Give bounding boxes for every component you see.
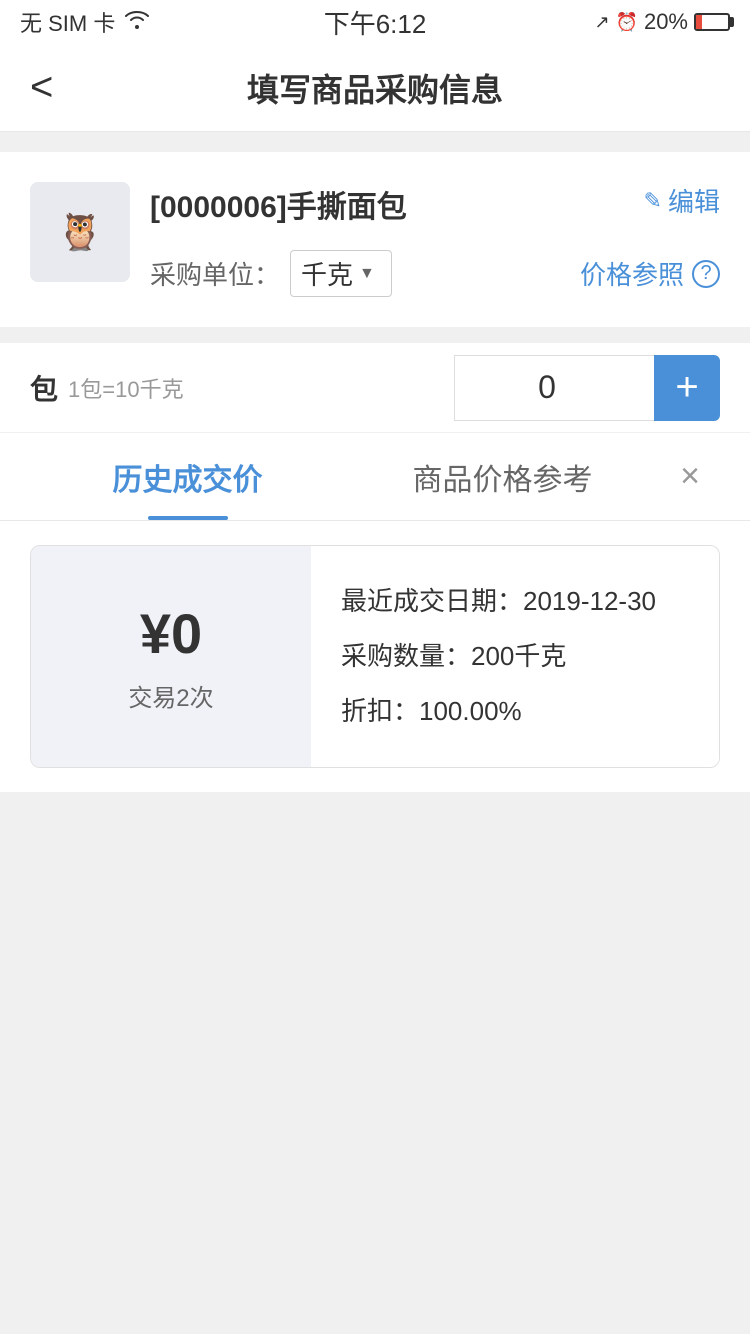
sim-text: 无 SIM 卡 xyxy=(20,6,115,38)
back-button[interactable] xyxy=(30,65,53,110)
tab-price-reference[interactable]: 商品价格参考 xyxy=(345,433,660,520)
product-logo-icon: 🦉 xyxy=(58,211,103,253)
unit-left: 采购单位： 千克 ▼ xyxy=(150,250,392,297)
quantity-plus-button[interactable]: + xyxy=(654,355,720,421)
tab-history-price[interactable]: 历史成交价 xyxy=(30,433,345,520)
bottom-panel: 历史成交价 商品价格参考 × ¥0 交易2次 最近成交日期：2019-12-30… xyxy=(0,433,750,792)
product-header: [0000006]手撕面包 ✎ 编辑 xyxy=(150,182,720,226)
product-card: 🦉 [0000006]手撕面包 ✎ 编辑 采购单位： 千克 ▼ 价格参照 ? xyxy=(0,152,750,327)
trade-count: 交易2次 xyxy=(128,678,213,713)
discount-row: 折扣：100.00% xyxy=(341,692,689,731)
product-details: [0000006]手撕面包 ✎ 编辑 采购单位： 千克 ▼ 价格参照 ? xyxy=(150,182,720,297)
tab-price-ref-label: 商品价格参考 xyxy=(413,455,593,499)
wifi-icon xyxy=(123,9,151,35)
status-right: ↗ ⏰ 20% xyxy=(594,9,730,35)
dropdown-arrow-icon: ▼ xyxy=(359,265,375,283)
tab-close-button[interactable]: × xyxy=(660,447,720,507)
battery-icon xyxy=(694,13,730,31)
quantity-label: 包 1包=10千克 xyxy=(30,368,184,408)
recent-date-row: 最近成交日期：2019-12-30 xyxy=(341,582,689,621)
page-title: 填写商品采购信息 xyxy=(247,65,503,111)
section-divider xyxy=(0,327,750,343)
price-ref-button[interactable]: 价格参照 ? xyxy=(580,255,720,292)
location-icon: ↗ xyxy=(594,12,609,33)
product-name: [0000006]手撕面包 xyxy=(150,182,407,226)
quantity-unit-badge: 包 xyxy=(30,368,58,408)
edit-icon: ✎ xyxy=(644,188,662,214)
discount-value: 100.00% xyxy=(419,696,522,726)
alarm-icon: ⏰ xyxy=(616,12,638,33)
price-value: ¥0 xyxy=(140,601,202,666)
purchase-unit-row: 采购单位： 千克 ▼ 价格参照 ? xyxy=(150,250,720,297)
recent-date-label: 最近成交日期： xyxy=(341,586,523,616)
history-section: ¥0 交易2次 最近成交日期：2019-12-30 采购数量：200千克 折扣：… xyxy=(0,521,750,792)
purchase-qty-value: 200千克 xyxy=(471,641,566,671)
nav-bar: 填写商品采购信息 xyxy=(0,44,750,132)
history-card: ¥0 交易2次 最近成交日期：2019-12-30 采购数量：200千克 折扣：… xyxy=(30,545,720,768)
quantity-input[interactable] xyxy=(454,355,654,421)
card-details: 最近成交日期：2019-12-30 采购数量：200千克 折扣：100.00% xyxy=(311,546,719,767)
status-left: 无 SIM 卡 xyxy=(20,6,151,38)
discount-label: 折扣： xyxy=(341,696,419,726)
card-price-summary: ¥0 交易2次 xyxy=(31,546,311,767)
price-ref-label: 价格参照 xyxy=(580,255,684,292)
status-bar: 无 SIM 卡 下午6:12 ↗ ⏰ 20% xyxy=(0,0,750,44)
quantity-unit-sub: 1包=10千克 xyxy=(68,372,184,404)
tab-bar: 历史成交价 商品价格参考 × xyxy=(0,433,750,521)
unit-value: 千克 xyxy=(301,255,353,292)
recent-date-value: 2019-12-30 xyxy=(523,586,656,616)
unit-select-dropdown[interactable]: 千克 ▼ xyxy=(290,250,392,297)
unit-prefix-label: 采购单位： xyxy=(150,255,280,292)
edit-button[interactable]: ✎ 编辑 xyxy=(644,182,720,219)
product-image: 🦉 xyxy=(30,182,130,282)
edit-label: 编辑 xyxy=(668,182,720,219)
purchase-qty-label: 采购数量： xyxy=(341,641,471,671)
battery-percent: 20% xyxy=(644,9,688,35)
price-ref-info-icon: ? xyxy=(692,260,720,288)
quantity-control: + xyxy=(454,355,720,421)
tab-active-indicator xyxy=(148,516,228,520)
tab-history-label: 历史成交价 xyxy=(113,455,263,499)
status-time: 下午6:12 xyxy=(324,4,427,41)
purchase-qty-row: 采购数量：200千克 xyxy=(341,637,689,676)
quantity-row: 包 1包=10千克 + xyxy=(0,343,750,433)
